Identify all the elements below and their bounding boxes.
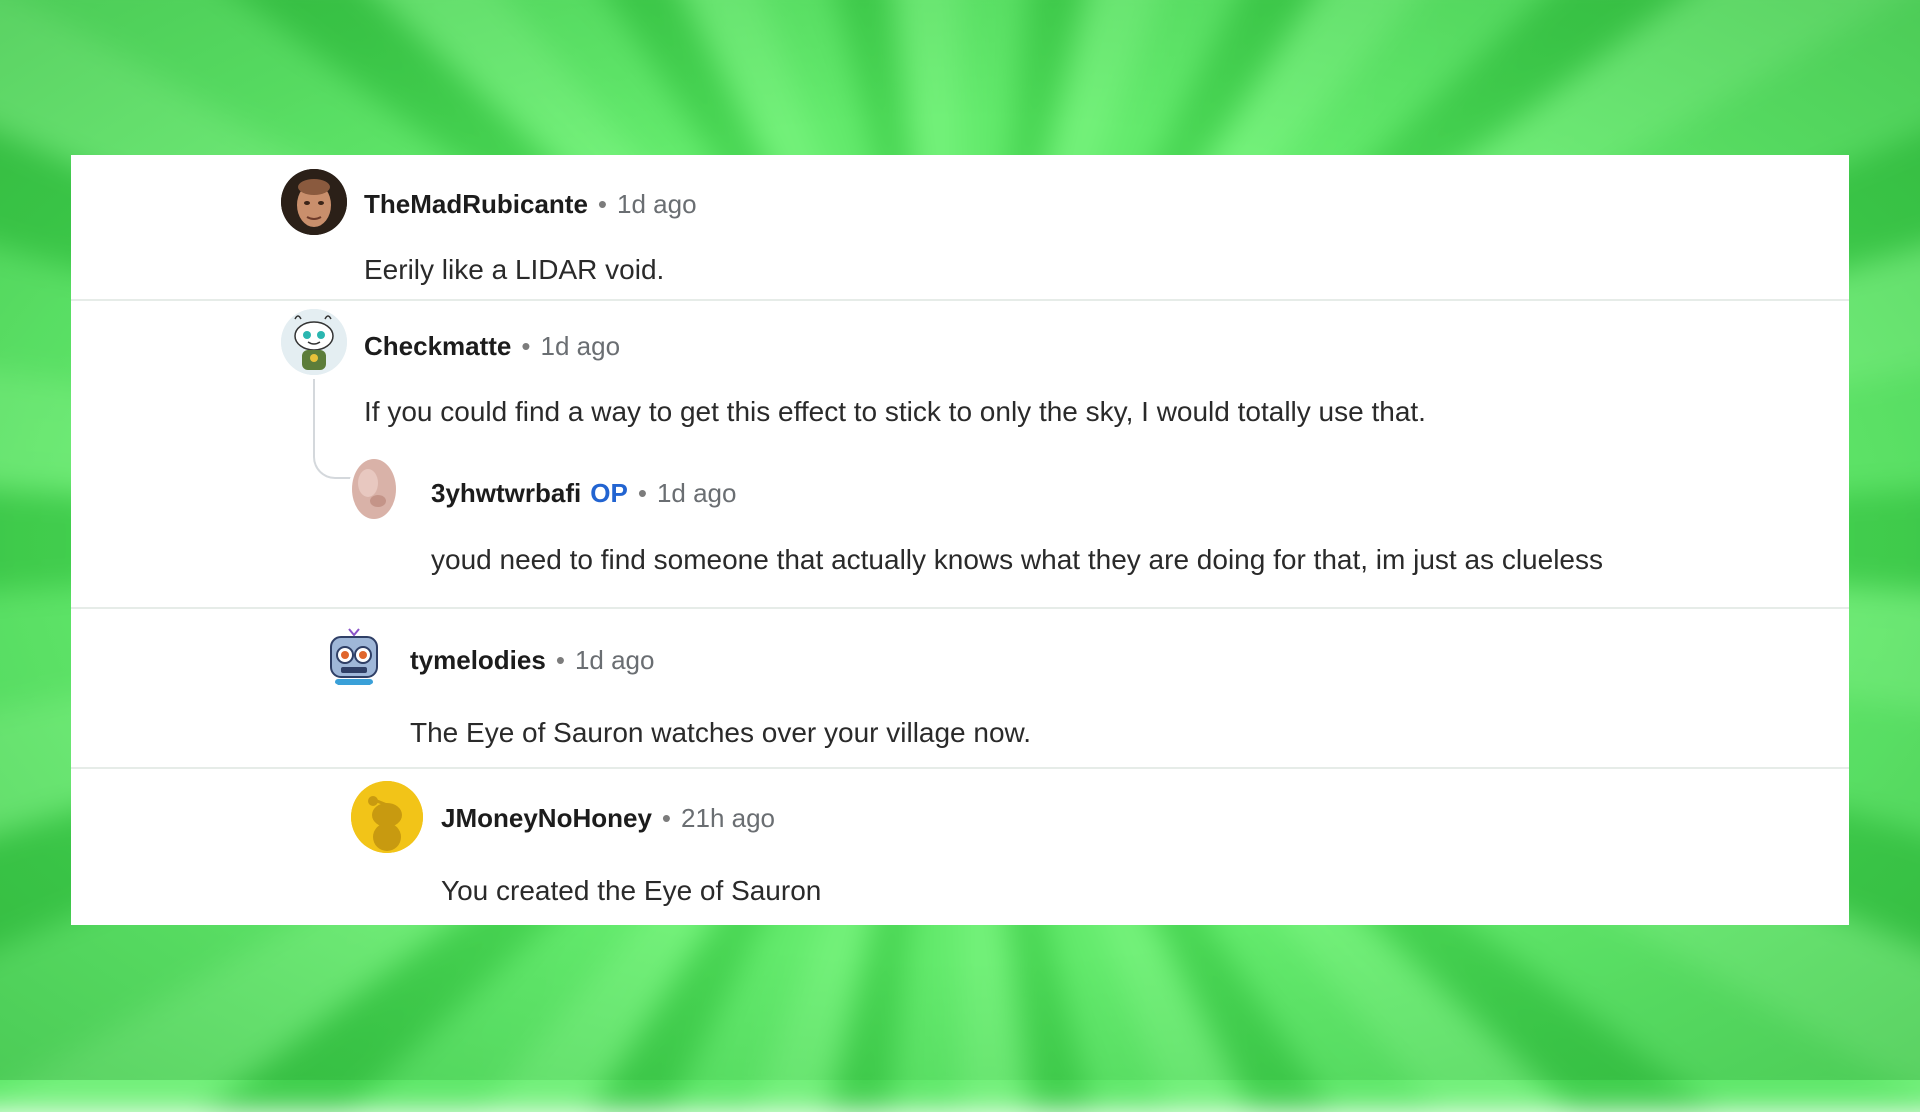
comment-item: TheMadRubicante • 1d ago Eerily like a L… (71, 155, 1849, 299)
username[interactable]: TheMadRubicante (364, 189, 588, 220)
separator-dot: • (555, 645, 565, 675)
comment-text: You created the Eye of Sauron (441, 875, 822, 906)
timestamp[interactable]: 1d ago (575, 645, 655, 676)
timestamp[interactable]: 21h ago (681, 803, 775, 834)
comment-meta: TheMadRubicante • 1d ago (364, 189, 697, 220)
op-badge: OP (590, 478, 628, 508)
username[interactable]: 3yhwtwrbafi (431, 478, 581, 509)
comment-item: JMoneyNoHoney • 21h ago You created the … (71, 769, 1849, 925)
username[interactable]: tymelodies (410, 645, 546, 676)
comment-meta: Checkmatte • 1d ago (364, 331, 620, 362)
timestamp[interactable]: 1d ago (541, 331, 621, 362)
username[interactable]: JMoneyNoHoney (441, 803, 652, 834)
comment-text: If you could find a way to get this effe… (364, 396, 1426, 427)
separator-dot: • (597, 189, 608, 219)
comment-text: The Eye of Sauron watches over your vill… (410, 717, 1032, 748)
snoo-avatar[interactable] (281, 309, 347, 375)
comment-text: youd need to find someone that actually … (431, 544, 1603, 575)
comment-item: tymelodies • 1d ago The Eye of Sauron wa… (71, 609, 1849, 771)
timestamp[interactable]: 1d ago (657, 478, 737, 509)
separator-dot: • (637, 478, 647, 508)
comment-meta: JMoneyNoHoney • 21h ago (441, 803, 775, 834)
separator-dot: • (661, 803, 672, 833)
snoo-default-avatar[interactable] (351, 781, 423, 853)
comments-panel: TheMadRubicante • 1d ago Eerily like a L… (71, 155, 1849, 925)
username[interactable]: Checkmatte (364, 331, 511, 362)
snoo-robot-avatar[interactable] (321, 623, 387, 689)
comment-item: Checkmatte • 1d ago If you could find a … (71, 301, 1849, 607)
comment-meta: 3yhwtwrbafi OP • 1d ago (431, 478, 736, 509)
user-photo-avatar[interactable] (281, 169, 347, 235)
comment-meta: tymelodies • 1d ago (410, 645, 654, 676)
timestamp[interactable]: 1d ago (617, 189, 697, 220)
separator-dot: • (521, 331, 531, 361)
user-photo-avatar[interactable] (348, 457, 414, 523)
comment-text: Eerily like a LIDAR void. (364, 254, 665, 285)
thread-connector-line[interactable] (313, 379, 353, 479)
